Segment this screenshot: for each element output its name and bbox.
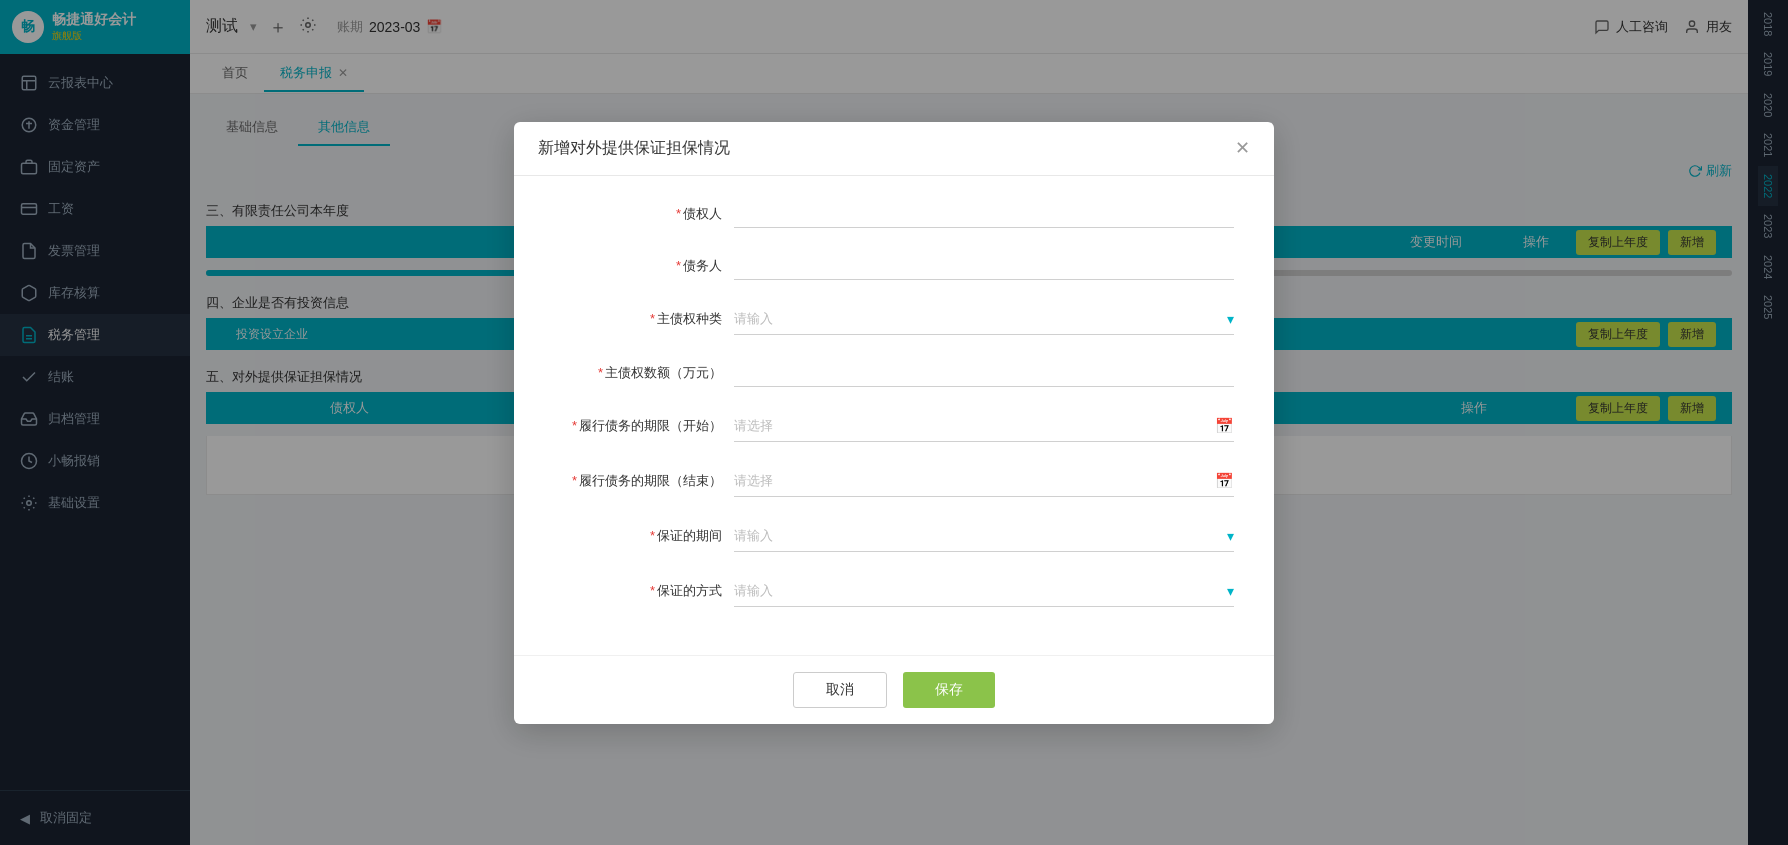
date-debt-start[interactable]: 请选择 📅 xyxy=(734,411,1234,442)
input-debt-amount[interactable] xyxy=(734,359,1234,387)
guarantee-period-chevron-icon: ▾ xyxy=(1227,528,1234,544)
date-start-calendar-icon: 📅 xyxy=(1215,417,1234,435)
form-row-debt-type: *主债权种类 请输入 ▾ xyxy=(554,304,1234,335)
label-debt-start: *履行债务的期限（开始） xyxy=(554,417,734,435)
date-end-calendar-icon: 📅 xyxy=(1215,472,1234,490)
form-row-debt-amount: *主债权数额（万元） xyxy=(554,359,1234,387)
form-row-creditor: *债权人 xyxy=(554,200,1234,228)
label-debt-end: *履行债务的期限（结束） xyxy=(554,472,734,490)
cancel-button[interactable]: 取消 xyxy=(793,672,887,708)
modal-overlay: 新增对外提供保证担保情况 ✕ *债权人 *债务人 *主债权种类 xyxy=(0,0,1788,845)
save-button[interactable]: 保存 xyxy=(903,672,995,708)
add-guarantee-modal: 新增对外提供保证担保情况 ✕ *债权人 *债务人 *主债权种类 xyxy=(514,122,1274,724)
label-debt-type: *主债权种类 xyxy=(554,310,734,328)
label-debt-amount: *主债权数额（万元） xyxy=(554,364,734,382)
select-debt-type[interactable]: 请输入 ▾ xyxy=(734,304,1234,335)
form-row-debtor: *债务人 xyxy=(554,252,1234,280)
label-guarantee-period: *保证的期间 xyxy=(554,527,734,545)
form-row-guarantee-period: *保证的期间 请输入 ▾ xyxy=(554,521,1234,552)
form-row-guarantee-method: *保证的方式 请输入 ▾ xyxy=(554,576,1234,607)
input-creditor[interactable] xyxy=(734,200,1234,228)
select-guarantee-method[interactable]: 请输入 ▾ xyxy=(734,576,1234,607)
label-guarantee-method: *保证的方式 xyxy=(554,582,734,600)
label-debtor: *债务人 xyxy=(554,257,734,275)
guarantee-method-chevron-icon: ▾ xyxy=(1227,583,1234,599)
input-debtor[interactable] xyxy=(734,252,1234,280)
label-creditor: *债权人 xyxy=(554,205,734,223)
form-row-debt-end: *履行债务的期限（结束） 请选择 📅 xyxy=(554,466,1234,497)
debt-type-chevron-icon: ▾ xyxy=(1227,311,1234,327)
modal-title: 新增对外提供保证担保情况 xyxy=(538,138,730,159)
form-row-debt-start: *履行债务的期限（开始） 请选择 📅 xyxy=(554,411,1234,442)
modal-footer: 取消 保存 xyxy=(514,655,1274,724)
modal-body: *债权人 *债务人 *主债权种类 请输入 ▾ xyxy=(514,176,1274,655)
modal-close-button[interactable]: ✕ xyxy=(1235,139,1250,157)
modal-header: 新增对外提供保证担保情况 ✕ xyxy=(514,122,1274,176)
select-guarantee-period[interactable]: 请输入 ▾ xyxy=(734,521,1234,552)
date-debt-end[interactable]: 请选择 📅 xyxy=(734,466,1234,497)
